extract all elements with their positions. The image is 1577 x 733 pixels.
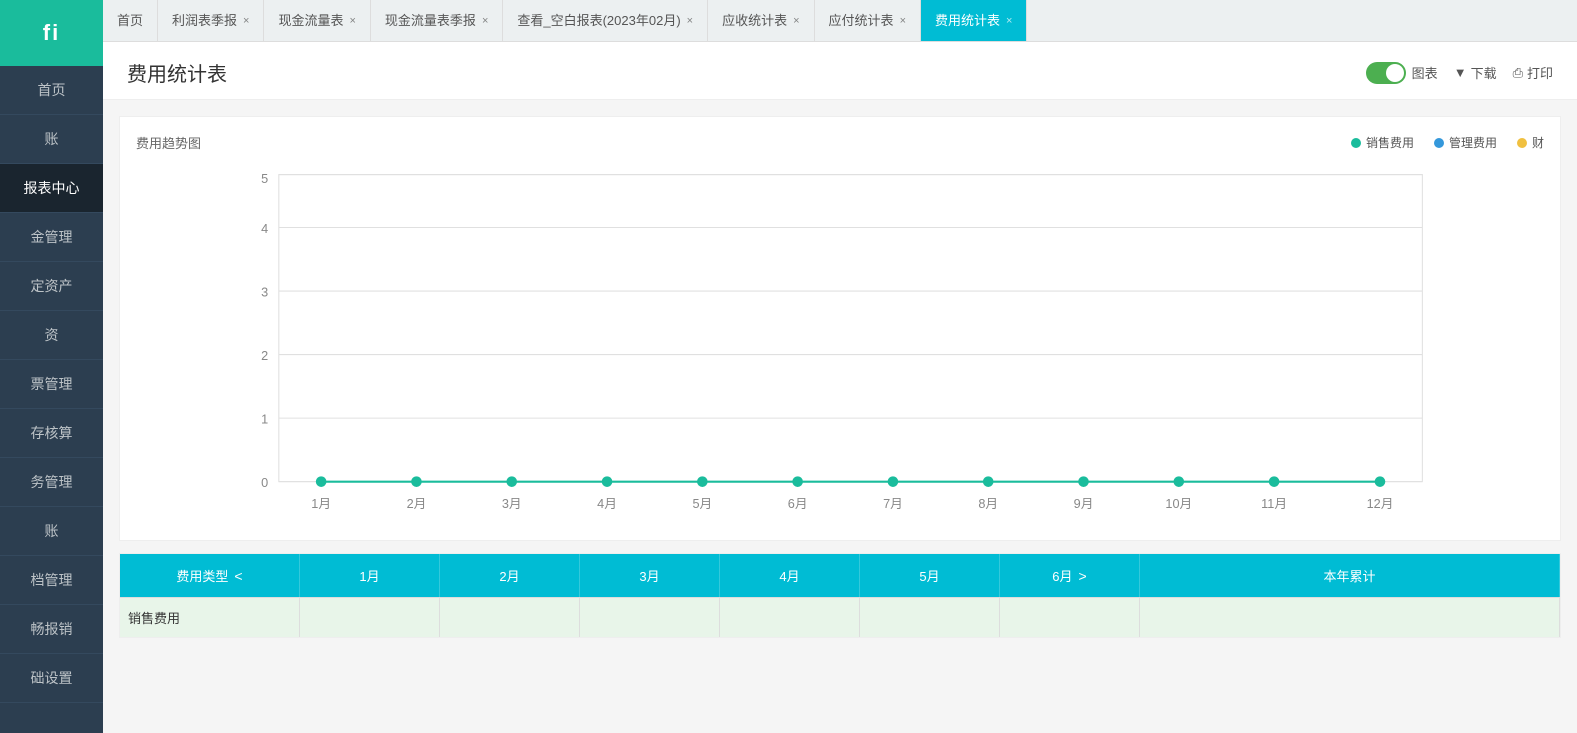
tab-close-cashflow-quarterly[interactable]: ×	[482, 0, 488, 42]
tabs-bar: 首页 利润表季报 × 现金流量表 × 现金流量表季报 × 查看_空白报表(202…	[103, 0, 1577, 42]
sidebar-item-fixed-assets[interactable]: 定资产	[0, 262, 103, 311]
svg-text:4月: 4月	[597, 497, 617, 511]
svg-text:7月: 7月	[883, 497, 903, 511]
svg-text:3: 3	[261, 285, 268, 299]
th-m6: 6月 >	[1000, 554, 1140, 597]
legend-dot-finance	[1517, 138, 1527, 148]
td-m1	[300, 598, 440, 637]
svg-text:4: 4	[261, 222, 268, 236]
td-m4	[720, 598, 860, 637]
sidebar-item-invoice-mgmt[interactable]: 票管理	[0, 360, 103, 409]
sidebar-item-inventory[interactable]: 存核算	[0, 409, 103, 458]
sidebar-item-basic-settings[interactable]: 础设置	[0, 654, 103, 703]
td-m3	[580, 598, 720, 637]
sidebar-logo: fi	[0, 0, 103, 66]
download-button[interactable]: ▼ 下载	[1454, 63, 1497, 82]
svg-text:10月: 10月	[1165, 497, 1192, 511]
table-row: 销售费用	[120, 597, 1560, 637]
print-button[interactable]: ⎙ 打印	[1513, 63, 1553, 82]
legend-finance-expense: 财	[1517, 134, 1544, 151]
legend-dot-admin	[1434, 138, 1444, 148]
chart-toggle-wrap: 图表	[1366, 62, 1438, 84]
sidebar-item-fund-mgmt[interactable]: 金管理	[0, 213, 103, 262]
table-section: 费用类型 < 1月 2月 3月 4月 5月 6月 > 本年累计 销售费用	[119, 553, 1561, 638]
sidebar-item-report-center[interactable]: 报表中心	[0, 164, 103, 213]
sidebar-item-account[interactable]: 账	[0, 115, 103, 164]
th-total: 本年累计	[1140, 554, 1560, 597]
chart-svg: 0 1 2 3 4 5 1月 2月	[136, 164, 1544, 524]
svg-text:5月: 5月	[692, 497, 712, 511]
td-total	[1140, 598, 1560, 637]
td-m2	[440, 598, 580, 637]
legend-dot-sales	[1351, 138, 1361, 148]
tab-cashflow-quarterly[interactable]: 现金流量表季报 ×	[371, 0, 503, 42]
chart-container: 0 1 2 3 4 5 1月 2月	[136, 164, 1544, 524]
td-m5	[860, 598, 1000, 637]
chart-header: 费用趋势图 销售费用 管理费用 财	[136, 133, 1544, 152]
th-m5: 5月	[860, 554, 1000, 597]
print-icon: ⎙	[1513, 65, 1523, 81]
svg-text:12月: 12月	[1367, 497, 1394, 511]
svg-text:8月: 8月	[978, 497, 998, 511]
legend-label-admin: 管理费用	[1449, 134, 1497, 151]
sidebar: fi 首页 账 报表中心 金管理 定资产 资 票管理 存核算 务管理 账 档管理…	[0, 0, 103, 733]
svg-text:5: 5	[261, 172, 268, 186]
svg-text:11月: 11月	[1261, 497, 1287, 511]
td-m6	[1000, 598, 1140, 637]
legend-label-sales: 销售费用	[1366, 134, 1414, 151]
th-m4: 4月	[720, 554, 860, 597]
svg-text:1: 1	[261, 412, 268, 426]
svg-text:0: 0	[261, 476, 268, 490]
download-icon: ▼	[1454, 65, 1467, 80]
svg-text:2: 2	[261, 349, 268, 363]
sidebar-item-write-off[interactable]: 畅报销	[0, 605, 103, 654]
svg-text:6月: 6月	[788, 497, 808, 511]
table-header-row: 费用类型 < 1月 2月 3月 4月 5月 6月 > 本年累计	[120, 554, 1560, 597]
th-type: 费用类型 <	[120, 554, 300, 597]
page-title: 费用统计表	[127, 58, 227, 87]
tab-close-expense-stats[interactable]: ×	[1006, 0, 1012, 42]
svg-text:9月: 9月	[1074, 497, 1094, 511]
nav-next-arrow[interactable]: >	[1079, 568, 1087, 584]
tab-close-profit-quarterly[interactable]: ×	[243, 0, 249, 42]
tab-close-blank-report[interactable]: ×	[687, 0, 693, 42]
tab-profit-quarterly[interactable]: 利润表季报 ×	[158, 0, 264, 42]
content-area: 费用统计表 图表 ▼ 下载 ⎙ 打印	[103, 42, 1577, 733]
sidebar-item-investment[interactable]: 资	[0, 311, 103, 360]
sidebar-item-service-mgmt[interactable]: 务管理	[0, 458, 103, 507]
th-m2: 2月	[440, 554, 580, 597]
sidebar-item-archive-mgmt[interactable]: 档管理	[0, 556, 103, 605]
tab-expense-stats[interactable]: 费用统计表 ×	[921, 0, 1027, 42]
tab-home[interactable]: 首页	[103, 0, 158, 42]
nav-prev-arrow[interactable]: <	[234, 568, 242, 584]
tab-cashflow[interactable]: 现金流量表 ×	[264, 0, 370, 42]
chart-legend: 销售费用 管理费用 财	[1351, 134, 1544, 151]
header-actions: 图表 ▼ 下载 ⎙ 打印	[1366, 62, 1553, 84]
svg-text:3月: 3月	[502, 497, 522, 511]
tab-payable-stats[interactable]: 应付统计表 ×	[815, 0, 921, 42]
page-header: 费用统计表 图表 ▼ 下载 ⎙ 打印	[103, 42, 1577, 100]
main-area: 首页 利润表季报 × 现金流量表 × 现金流量表季报 × 查看_空白报表(202…	[103, 0, 1577, 733]
tab-close-cashflow[interactable]: ×	[349, 0, 355, 42]
legend-sales-expense: 销售费用	[1351, 134, 1414, 151]
th-m1: 1月	[300, 554, 440, 597]
td-type: 销售费用	[120, 598, 300, 637]
sidebar-item-home[interactable]: 首页	[0, 66, 103, 115]
tab-close-receivable-stats[interactable]: ×	[793, 0, 799, 42]
th-m3: 3月	[580, 554, 720, 597]
svg-text:2月: 2月	[407, 497, 427, 511]
legend-admin-expense: 管理费用	[1434, 134, 1497, 151]
toggle-knob	[1386, 64, 1404, 82]
tab-blank-report[interactable]: 查看_空白报表(2023年02月) ×	[503, 0, 708, 42]
svg-text:1月: 1月	[311, 497, 331, 511]
tab-close-payable-stats[interactable]: ×	[900, 0, 906, 42]
tab-receivable-stats[interactable]: 应收统计表 ×	[708, 0, 814, 42]
chart-toggle[interactable]	[1366, 62, 1406, 84]
toggle-label: 图表	[1412, 63, 1438, 82]
chart-section: 费用趋势图 销售费用 管理费用 财	[119, 116, 1561, 541]
legend-label-finance: 财	[1532, 134, 1544, 151]
sidebar-item-payable[interactable]: 账	[0, 507, 103, 556]
chart-title: 费用趋势图	[136, 133, 201, 152]
